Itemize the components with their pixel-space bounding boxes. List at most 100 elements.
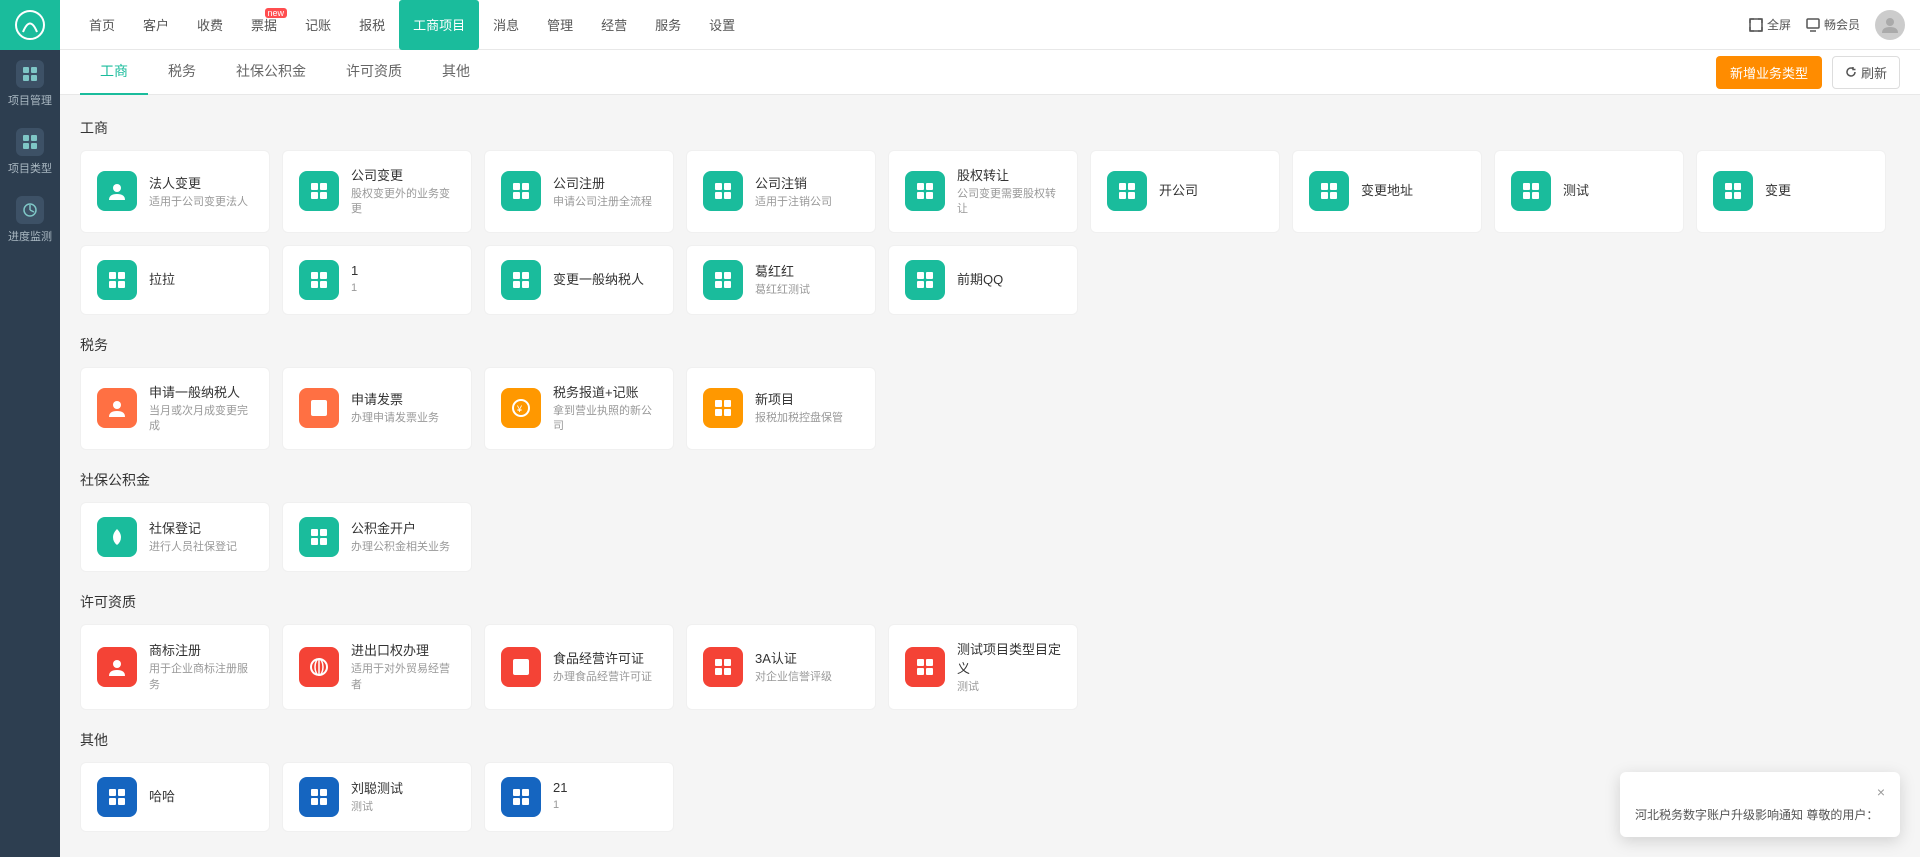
sidebar-item-project-management[interactable]: 项目管理 [0, 50, 60, 118]
card-info: 股权转让 公司变更需要股权转让 [957, 165, 1061, 218]
card-new-project[interactable]: 新项目 报税加税控盘保管 [686, 367, 876, 450]
card-test-type-def[interactable]: 测试项目类型目定义 测试 [888, 624, 1078, 710]
card-company-deregister[interactable]: 公司注销 适用于注销公司 [686, 150, 876, 233]
card-change-address[interactable]: 变更地址 [1292, 150, 1482, 233]
cards-grid-tax: 申请一般纳税人 当月或次月成变更完成 申请发票 办理申请发票业务 ¥ [80, 367, 1900, 450]
notification-close-button[interactable]: × [1877, 784, 1885, 800]
card-ge-honghong[interactable]: 葛红红 葛红红测试 [686, 245, 876, 315]
section-title-other: 其他 [80, 730, 1900, 750]
sidebar-item-label: 进度监测 [8, 228, 52, 244]
nav-billing[interactable]: 收费 [183, 0, 237, 50]
member-icon [1806, 18, 1820, 32]
card-icon [97, 388, 137, 428]
tab-social-insurance[interactable]: 社保公积金 [216, 50, 326, 95]
nav-settings[interactable]: 设置 [695, 0, 749, 50]
card-trademark[interactable]: 商标注册 用于企业商标注册服务 [80, 624, 270, 710]
tab-other[interactable]: 其他 [422, 50, 490, 95]
card-apply-general-taxpayer[interactable]: 申请一般纳税人 当月或次月成变更完成 [80, 367, 270, 450]
card-info: 测试 [1563, 180, 1589, 202]
card-test-1[interactable]: 测试 [1494, 150, 1684, 233]
progress-icon [16, 196, 44, 224]
nav-business[interactable]: 工商项目 [399, 0, 479, 50]
nav-customer[interactable]: 客户 [129, 0, 183, 50]
card-info: 变更地址 [1361, 180, 1413, 202]
logo[interactable] [0, 0, 60, 50]
card-icon [905, 171, 945, 211]
card-icon [299, 260, 339, 300]
card-info: 进出口权办理 适用于对外贸易经营者 [351, 640, 455, 693]
sidebar: 项目管理 项目类型 进度监测 [0, 0, 60, 857]
card-food-license[interactable]: 食品经营许可证 办理食品经营许可证 [484, 624, 674, 710]
card-info: 刘聪测试 测试 [351, 778, 403, 815]
tab-business[interactable]: 工商 [80, 50, 148, 95]
card-provident-fund[interactable]: 公积金开户 办理公积金相关业务 [282, 502, 472, 572]
topnav-right: 全屏 畅会员 [1749, 10, 1905, 40]
card-icon [1107, 171, 1147, 211]
card-change-taxpayer[interactable]: 变更一般纳税人 [484, 245, 674, 315]
card-social-register[interactable]: 社保登记 进行人员社保登记 [80, 502, 270, 572]
card-legal-change[interactable]: 法人变更 适用于公司变更法人 [80, 150, 270, 233]
avatar-icon [1880, 15, 1900, 35]
card-info: 公司注销 适用于注销公司 [755, 173, 832, 210]
nav-home[interactable]: 首页 [75, 0, 129, 50]
nav-messages[interactable]: 消息 [479, 0, 533, 50]
card-info: 申请一般纳税人 当月或次月成变更完成 [149, 382, 253, 435]
tab-license[interactable]: 许可资质 [326, 50, 422, 95]
notification-header: × [1635, 784, 1885, 800]
project-management-icon [16, 60, 44, 88]
new-type-button[interactable]: 新增业务类型 [1716, 56, 1822, 89]
tab-tax[interactable]: 税务 [148, 50, 216, 95]
nav-tickets[interactable]: 票据 new [237, 0, 291, 50]
card-icon [1713, 171, 1753, 211]
notification-popup: × 河北税务数字账户升级影响通知 尊敬的用户： [1620, 772, 1900, 837]
card-change[interactable]: 变更 [1696, 150, 1886, 233]
card-icon: ¥ [501, 388, 541, 428]
card-3a-cert[interactable]: 3A认证 对企业信誉评级 [686, 624, 876, 710]
card-info: 前期QQ [957, 269, 1003, 291]
card-info: 法人变更 适用于公司变更法人 [149, 173, 248, 210]
card-company-register[interactable]: 公司注册 申请公司注册全流程 [484, 150, 674, 233]
card-pre-qq[interactable]: 前期QQ [888, 245, 1078, 315]
project-type-icon [16, 128, 44, 156]
card-icon [703, 260, 743, 300]
nav-bookkeeping[interactable]: 记账 [291, 0, 345, 50]
sidebar-item-label: 项目管理 [8, 92, 52, 108]
card-haha[interactable]: 哈哈 [80, 762, 270, 832]
avatar[interactable] [1875, 10, 1905, 40]
card-21[interactable]: 21 1 [484, 762, 674, 832]
scroll-content[interactable]: 工商 法人变更 适用于公司变更法人 [60, 95, 1920, 857]
sidebar-item-project-type[interactable]: 项目类型 [0, 118, 60, 186]
card-icon [299, 171, 339, 211]
card-import-export[interactable]: 进出口权办理 适用于对外贸易经营者 [282, 624, 472, 710]
sidebar-item-label: 项目类型 [8, 160, 52, 176]
card-liucong-test[interactable]: 刘聪测试 测试 [282, 762, 472, 832]
cards-grid-social: 社保登记 进行人员社保登记 公积金开户 办理公积金相关业务 [80, 502, 1900, 572]
sidebar-item-progress[interactable]: 进度监测 [0, 186, 60, 254]
nav-services[interactable]: 服务 [641, 0, 695, 50]
card-tax-bookkeeping[interactable]: ¥ 税务报道+记账 拿到营业执照的新公司 [484, 367, 674, 450]
cards-grid-license: 商标注册 用于企业商标注册服务 进出口权办理 适用于对外贸易经营者 [80, 624, 1900, 710]
card-info: 公司注册 申请公司注册全流程 [553, 173, 652, 210]
card-icon [97, 777, 137, 817]
fullscreen-button[interactable]: 全屏 [1749, 16, 1791, 33]
card-icon [501, 777, 541, 817]
nav-management[interactable]: 管理 [533, 0, 587, 50]
card-icon [501, 260, 541, 300]
card-equity-transfer[interactable]: 股权转让 公司变更需要股权转让 [888, 150, 1078, 233]
card-icon [1309, 171, 1349, 211]
card-icon [703, 388, 743, 428]
card-info: 变更一般纳税人 [553, 269, 644, 291]
card-open-company[interactable]: 开公司 [1090, 150, 1280, 233]
card-one[interactable]: 1 1 [282, 245, 472, 315]
notification-text: 河北税务数字账户升级影响通知 尊敬的用户： [1635, 806, 1885, 825]
card-icon [299, 388, 339, 428]
member-button[interactable]: 畅会员 [1806, 16, 1860, 33]
card-info: 21 1 [553, 780, 567, 813]
card-company-change[interactable]: 公司变更 股权变更外的业务变更 [282, 150, 472, 233]
nav-operations[interactable]: 经营 [587, 0, 641, 50]
card-apply-invoice[interactable]: 申请发票 办理申请发票业务 [282, 367, 472, 450]
refresh-button[interactable]: 刷新 [1832, 56, 1900, 89]
card-info: 公司变更 股权变更外的业务变更 [351, 165, 455, 218]
nav-tax[interactable]: 报税 [345, 0, 399, 50]
card-lala[interactable]: 拉拉 [80, 245, 270, 315]
